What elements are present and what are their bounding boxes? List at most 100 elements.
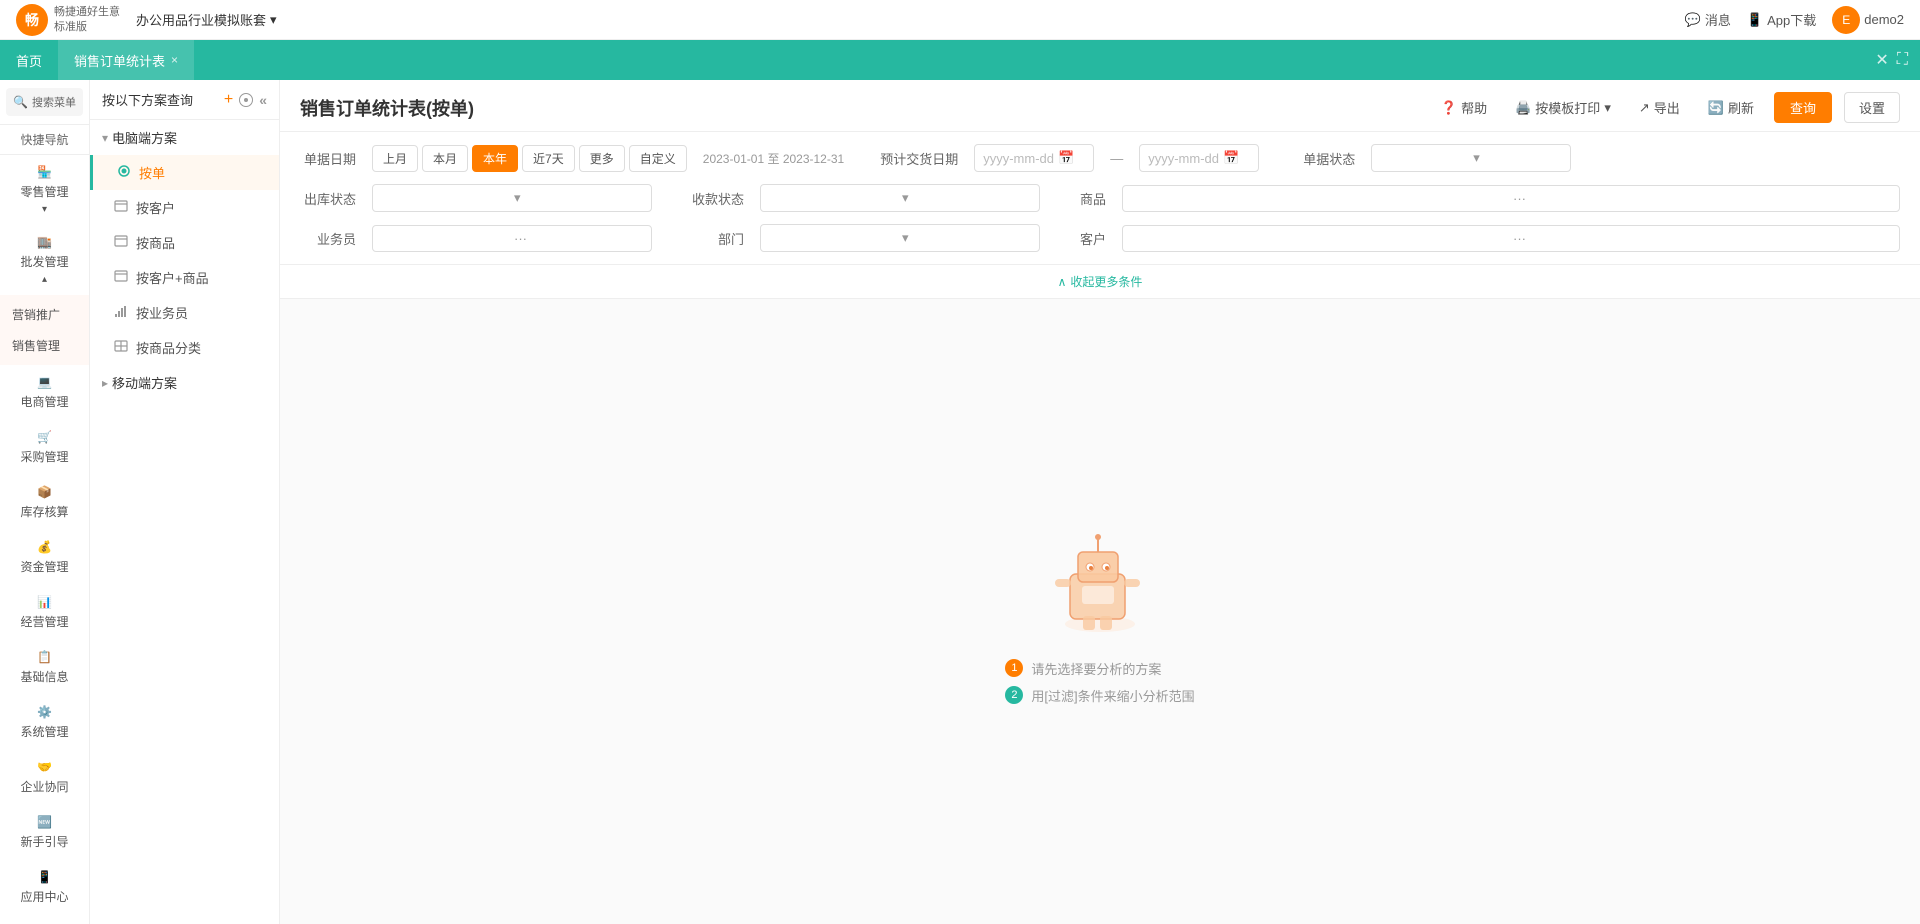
collapse-bar[interactable]: ∧ 收起更多条件 [280,265,1920,299]
sidebar-item-purchase[interactable]: 🛒 采购管理 [0,420,89,475]
help-btn[interactable]: ❓ 帮助 [1433,94,1495,121]
last-7days-btn[interactable]: 近7天 [522,145,575,172]
page-header-actions: ❓ 帮助 🖨️ 按模板打印 ▾ ↗ 导出 🔄 刷新 [1433,92,1900,123]
sidebar-item-enterprise[interactable]: 🤝 企业协同 [0,750,89,805]
calendar-icon: 📅 [1058,150,1074,166]
download-btn[interactable]: 📱 App下载 [1747,10,1816,29]
date-btn-group: 上月 本月 本年 近7天 更多 自定义 [372,145,687,172]
sidebar-item-enterprise-wechat[interactable]: 💬 企业微信 [0,915,89,924]
page-header: 销售订单统计表(按单) ❓ 帮助 🖨️ 按模板打印 ▾ ↗ 导出 [280,80,1920,132]
filter-row-3: 业务员 ··· 部门 ▾ 客户 ··· [300,224,1900,252]
customer-label: 客户 [1076,229,1106,248]
tab-bar: 首页 销售订单统计表 × ✕ ⛶ [0,40,1920,80]
dept-select[interactable]: ▾ [760,224,1040,252]
add-scheme-btn[interactable]: + [224,91,233,109]
salesperson-select[interactable]: ··· [372,225,652,252]
collapse-panel-btn[interactable]: « [259,92,267,108]
retail-icon: 🏪 [37,165,52,179]
edit-scheme-btn[interactable] [239,93,253,107]
sidebar-nav-shortcut[interactable]: 快捷导航 [0,125,89,155]
query-btn[interactable]: 查询 [1774,92,1832,123]
scheme-item-by-salesperson[interactable]: 按业务员 [90,295,279,330]
scheme-group-header-pc[interactable]: ▾ 电脑端方案 [90,120,279,155]
download-icon: 📱 [1747,12,1763,28]
sidebar-item-retail[interactable]: 🏪 零售管理 ▾ [0,155,89,225]
sidebar-item-app-center[interactable]: 📱 应用中心 [0,860,89,915]
app-selector[interactable]: 办公用品行业模拟账套 ▾ [128,6,285,33]
tab-home[interactable]: 首页 [0,40,58,80]
operations-icon: 📊 [37,595,52,609]
ship-status-select[interactable]: ▾ [372,184,652,212]
pay-status-select[interactable]: ▾ [760,184,1040,212]
empty-state-area: 1 请先选择要分析的方案 2 用[过滤]条件来缩小分析范围 [280,299,1920,924]
customer-select[interactable]: ··· [1122,225,1900,252]
sidebar-item-guide[interactable]: 🆕 新手引导 [0,805,89,860]
tab-close-all-icon[interactable]: ✕ [1875,50,1888,70]
goods-more-btn[interactable]: ··· [1513,191,1891,206]
calendar-icon-end: 📅 [1223,150,1239,166]
left-panel-header: 按以下方案查询 + « [90,80,279,120]
status-label: 单据状态 [1295,149,1355,168]
scheme-icon-salesperson [114,304,128,321]
sidebar-item-operations[interactable]: 📊 经营管理 [0,585,89,640]
search-menu-btn[interactable]: 🔍 帮助 搜索菜单 [6,88,83,116]
scheme-item-by-customer-goods[interactable]: 按客户+商品 [90,260,279,295]
print-icon: 🖨️ [1515,100,1531,116]
scheme-icon-customer-goods [114,269,128,286]
sidebar-item-ecom[interactable]: 💻 电商管理 [0,365,89,420]
scheme-label-goods: 按商品 [136,233,175,252]
sidebar-item-marketing[interactable]: 营销推广 [0,299,89,330]
customer-more-btn[interactable]: ··· [1513,231,1891,246]
scheme-item-by-goods[interactable]: 按商品 [90,225,279,260]
top-bar-right: 💬 消息 📱 App下载 E demo2 [1685,6,1904,34]
scheme-item-by-customer[interactable]: 按客户 [90,190,279,225]
print-btn[interactable]: 🖨️ 按模板打印 ▾ [1507,94,1619,121]
enterprise-icon: 🤝 [37,760,52,774]
scheme-item-by-order[interactable]: 按单 [90,155,279,190]
tab-close-btn[interactable]: × [171,53,178,67]
goods-select[interactable]: ··· [1122,185,1900,212]
purchase-icon: 🛒 [37,430,52,444]
collapse-btn: ∧ 收起更多条件 [1058,273,1143,290]
last-month-btn[interactable]: 上月 [372,145,418,172]
scheme-group-header-mobile[interactable]: ▸ 移动端方案 [90,365,279,400]
custom-date-btn[interactable]: 自定义 [629,145,687,172]
message-btn[interactable]: 💬 消息 [1685,10,1731,29]
tab-current[interactable]: 销售订单统计表 × [58,40,194,80]
sidebar-item-inventory[interactable]: 📦 库存核算 [0,475,89,530]
delivery-start-date[interactable]: yyyy-mm-dd 📅 [974,144,1094,172]
date-range-display: 2023-01-01 至 2023-12-31 [703,150,844,167]
more-date-btn[interactable]: 更多 [579,145,625,172]
scheme-label-category: 按商品分类 [136,338,201,357]
sidebar-item-system[interactable]: ⚙️ 系统管理 [0,695,89,750]
delivery-end-date[interactable]: yyyy-mm-dd 📅 [1139,144,1259,172]
scheme-icon-goods [114,234,128,251]
inventory-icon: 📦 [37,485,52,499]
this-year-btn[interactable]: 本年 [472,145,518,172]
basic-icon: 📋 [37,650,52,664]
top-bar: 畅 畅捷通好生意 标准版 办公用品行业模拟账套 ▾ 💬 消息 📱 App下载 E… [0,0,1920,40]
salesperson-more-btn[interactable]: ··· [514,231,643,246]
top-bar-left: 畅 畅捷通好生意 标准版 办公用品行业模拟账套 ▾ [16,4,285,36]
sidebar-item-basic[interactable]: 📋 基础信息 [0,640,89,695]
page-title: 销售订单统计表(按单) [300,95,474,121]
message-icon: 💬 [1685,12,1701,28]
tab-label: 销售订单统计表 [74,51,165,70]
app-center-icon: 📱 [37,870,52,884]
refresh-btn[interactable]: 🔄 刷新 [1700,94,1762,121]
sidebar-item-sales-mgmt[interactable]: 销售管理 [0,330,89,361]
sidebar-item-wholesale[interactable]: 🏬 批发管理 ▴ [0,225,89,295]
sidebar-item-finance[interactable]: 💰 资金管理 [0,530,89,585]
print-arrow-icon: ▾ [1604,100,1611,116]
filter-row-1: 单据日期 上月 本月 本年 近7天 更多 自定义 2023-01-01 至 20… [300,144,1900,172]
scheme-item-by-goods-category[interactable]: 按商品分类 [90,330,279,365]
ecom-icon: 💻 [37,375,52,389]
settings-btn[interactable]: 设置 [1844,92,1900,123]
date-label: 单据日期 [300,149,356,168]
scheme-icon-category [114,339,128,356]
export-btn[interactable]: ↗ 导出 [1631,94,1688,121]
this-month-btn[interactable]: 本月 [422,145,468,172]
status-select[interactable]: ▾ [1371,144,1571,172]
user-menu[interactable]: E demo2 [1832,6,1904,34]
tab-fullscreen-icon[interactable]: ⛶ [1897,51,1908,69]
